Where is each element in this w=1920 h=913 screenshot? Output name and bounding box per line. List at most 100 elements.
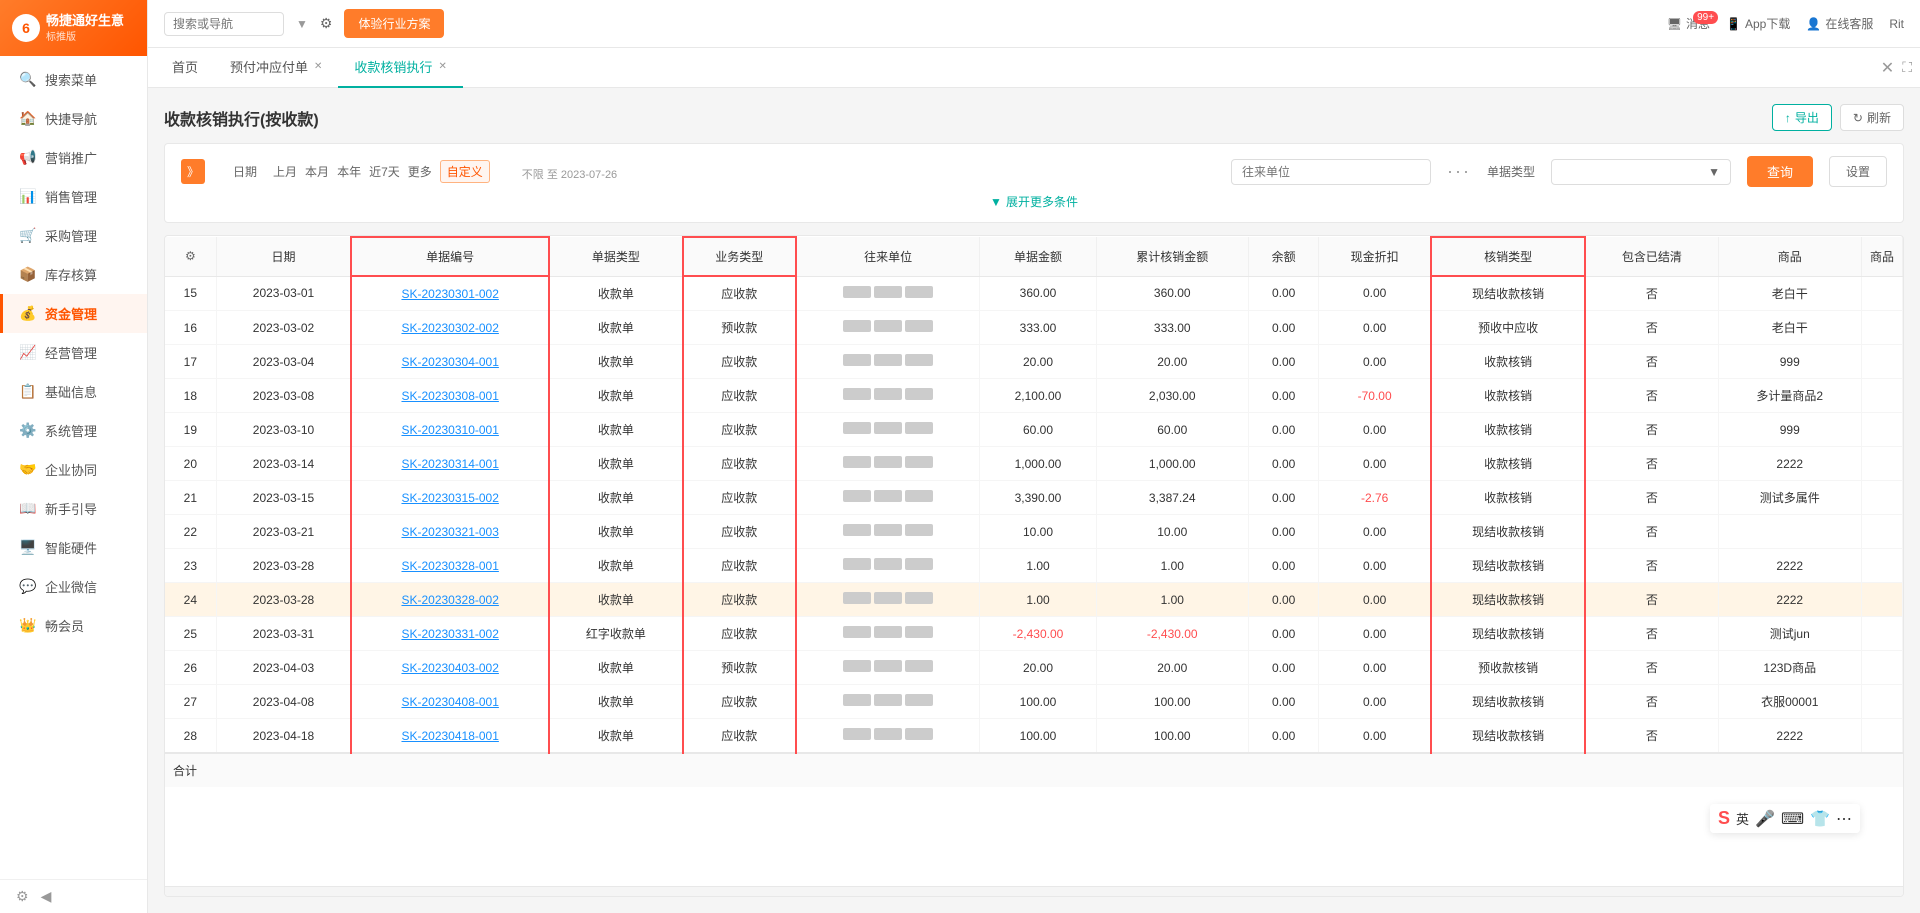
td-date: 2023-04-03 <box>216 651 351 685</box>
table-hscroll[interactable] <box>165 886 1903 896</box>
td-balance: 0.00 <box>1249 617 1319 651</box>
date-this-month[interactable]: 本月 <box>305 163 329 180</box>
voucher-no-link[interactable]: SK-20230418-001 <box>401 729 498 743</box>
watermark-more-icon[interactable]: ⋯ <box>1836 809 1852 829</box>
voucher-no-link[interactable]: SK-20230408-001 <box>401 695 498 709</box>
sidebar-item-purchase[interactable]: 🛒 采购管理 <box>0 216 147 255</box>
sidebar-icon-corp: 🤝 <box>19 461 37 479</box>
voucher-no-link[interactable]: SK-20230328-001 <box>401 559 498 573</box>
sidebar-item-search[interactable]: 🔍 搜索菜单 <box>0 60 147 99</box>
td-seq: 23 <box>165 549 216 583</box>
sidebar-item-quicknav[interactable]: 🏠 快捷导航 <box>0 99 147 138</box>
tab-payment-apply-close[interactable]: ✕ <box>314 61 322 72</box>
td-cash-discount: 0.00 <box>1319 311 1431 345</box>
td-goods2 <box>1861 481 1902 515</box>
sidebar-icon-operation: 📈 <box>19 344 37 362</box>
table-row: 21 2023-03-15 SK-20230315-002 收款单 应收款 3,… <box>165 481 1903 515</box>
nav-search-input[interactable] <box>164 12 284 36</box>
query-btn[interactable]: 查询 <box>1747 156 1813 187</box>
watermark-mic-icon[interactable]: 🎤 <box>1755 809 1775 829</box>
partner-search-dots[interactable]: ··· <box>1447 161 1471 182</box>
td-goods2 <box>1861 583 1902 617</box>
table-row: 15 2023-03-01 SK-20230301-002 收款单 应收款 36… <box>165 276 1903 311</box>
td-voucher-type: 收款单 <box>549 583 683 617</box>
td-cash-discount: 0.00 <box>1319 447 1431 481</box>
sidebar-item-wechat[interactable]: 💬 企业微信 <box>0 567 147 606</box>
export-icon: ↑ <box>1785 111 1791 125</box>
date-7days[interactable]: 近7天 <box>369 163 400 180</box>
td-voucher-type: 收款单 <box>549 276 683 311</box>
voucher-no-link[interactable]: SK-20230301-002 <box>401 287 498 301</box>
td-date: 2023-03-31 <box>216 617 351 651</box>
sidebar-item-corp[interactable]: 🤝 企业协同 <box>0 450 147 489</box>
td-goods2 <box>1861 617 1902 651</box>
message-icon: 🖥 <box>1667 17 1682 31</box>
sidebar-item-hardware[interactable]: 🖥️ 智能硬件 <box>0 528 147 567</box>
filter-arrow-btn[interactable]: 》 <box>181 159 205 184</box>
voucher-no-link[interactable]: SK-20230321-003 <box>401 525 498 539</box>
export-btn[interactable]: ↑ 导出 <box>1772 104 1832 131</box>
td-amount: 60.00 <box>980 413 1096 447</box>
close-all-tabs-btn[interactable]: ✕ <box>1881 58 1894 78</box>
app-download-btn[interactable]: 📱 App下载 <box>1726 15 1790 32</box>
sidebar-item-guide[interactable]: 📖 新手引导 <box>0 489 147 528</box>
td-amount: 2,100.00 <box>980 379 1096 413</box>
date-more[interactable]: 更多 <box>408 163 432 180</box>
sidebar-item-inventory[interactable]: 📦 库存核算 <box>0 255 147 294</box>
messages-btn[interactable]: 🖥 消息 99+ <box>1667 15 1710 32</box>
date-custom[interactable]: 自定义 <box>440 160 490 183</box>
partner-input[interactable] <box>1231 159 1431 185</box>
th-balance: 余额 <box>1249 237 1319 276</box>
date-this-year[interactable]: 本年 <box>337 163 361 180</box>
th-date: 日期 <box>216 237 351 276</box>
date-last-month[interactable]: 上月 <box>273 163 297 180</box>
sidebar-item-member[interactable]: 👑 畅会员 <box>0 606 147 645</box>
voucher-no-link[interactable]: SK-20230403-002 <box>401 661 498 675</box>
sidebar-label-purchase: 采购管理 <box>45 226 97 245</box>
settings-gear-icon[interactable]: ⚙ <box>320 15 333 32</box>
td-goods: 老白干 <box>1718 311 1861 345</box>
phone-icon: 📱 <box>1726 17 1741 31</box>
voucher-no-link[interactable]: SK-20230328-002 <box>401 593 498 607</box>
date-filter-label: 日期 <box>233 163 257 180</box>
td-partner <box>796 276 980 311</box>
sidebar-icon-sales-mgmt: 📊 <box>19 188 37 206</box>
voucher-no-link[interactable]: SK-20230314-001 <box>401 457 498 471</box>
sidebar-item-operation[interactable]: 📈 经营管理 <box>0 333 147 372</box>
expand-more-bar[interactable]: ▼ 展开更多条件 <box>181 193 1887 210</box>
data-table: ⚙ 日期 单据编号 单据类型 业务类型 往来单位 单据金额 累计核销金额 余额 … <box>165 236 1903 787</box>
table-scroll[interactable]: ⚙ 日期 单据编号 单据类型 业务类型 往来单位 单据金额 累计核销金额 余额 … <box>165 236 1903 886</box>
voucher-no-link[interactable]: SK-20230315-002 <box>401 491 498 505</box>
th-gear[interactable]: ⚙ <box>165 237 216 276</box>
refresh-btn[interactable]: ↻ 刷新 <box>1840 104 1904 131</box>
solution-btn[interactable]: 体验行业方案 <box>344 9 444 38</box>
sidebar-item-finance[interactable]: 💰 资金管理 <box>0 294 147 333</box>
settings-icon[interactable]: ⚙ <box>16 888 29 905</box>
td-seq: 22 <box>165 515 216 549</box>
td-goods: 999 <box>1718 413 1861 447</box>
voucher-no-link[interactable]: SK-20230310-001 <box>401 423 498 437</box>
voucher-no-link[interactable]: SK-20230308-001 <box>401 389 498 403</box>
th-goods: 商品 <box>1718 237 1861 276</box>
voucher-no-link[interactable]: SK-20230304-001 <box>401 355 498 369</box>
expand-tabs-btn[interactable]: ⛶ <box>1902 59 1912 76</box>
voucher-type-select[interactable]: ▼ <box>1551 159 1731 185</box>
td-include-settled: 否 <box>1585 617 1718 651</box>
tab-payment-apply[interactable]: 预付冲应付单 ✕ <box>214 48 338 88</box>
sidebar-item-basic[interactable]: 📋 基础信息 <box>0 372 147 411</box>
watermark-keyboard-icon[interactable]: ⌨ <box>1781 809 1804 829</box>
sidebar-item-sales-mgmt[interactable]: 📊 销售管理 <box>0 177 147 216</box>
sidebar-item-system[interactable]: ⚙️ 系统管理 <box>0 411 147 450</box>
sidebar-item-marketing[interactable]: 📢 营销推广 <box>0 138 147 177</box>
settings-filter-btn[interactable]: 设置 <box>1829 156 1887 187</box>
collapse-icon[interactable]: ◀ <box>41 888 52 905</box>
voucher-no-link[interactable]: SK-20230331-002 <box>401 627 498 641</box>
service-btn[interactable]: 👤 在线客服 <box>1806 15 1873 32</box>
tab-payment-verify-close[interactable]: ✕ <box>438 61 446 72</box>
td-cumulative: 1.00 <box>1096 549 1249 583</box>
tab-payment-verify[interactable]: 收款核销执行 ✕ <box>338 48 462 88</box>
tab-home[interactable]: 首页 <box>156 48 214 88</box>
watermark-shirt-icon[interactable]: 👕 <box>1810 809 1830 829</box>
td-goods: 测试多属件 <box>1718 481 1861 515</box>
voucher-no-link[interactable]: SK-20230302-002 <box>401 321 498 335</box>
